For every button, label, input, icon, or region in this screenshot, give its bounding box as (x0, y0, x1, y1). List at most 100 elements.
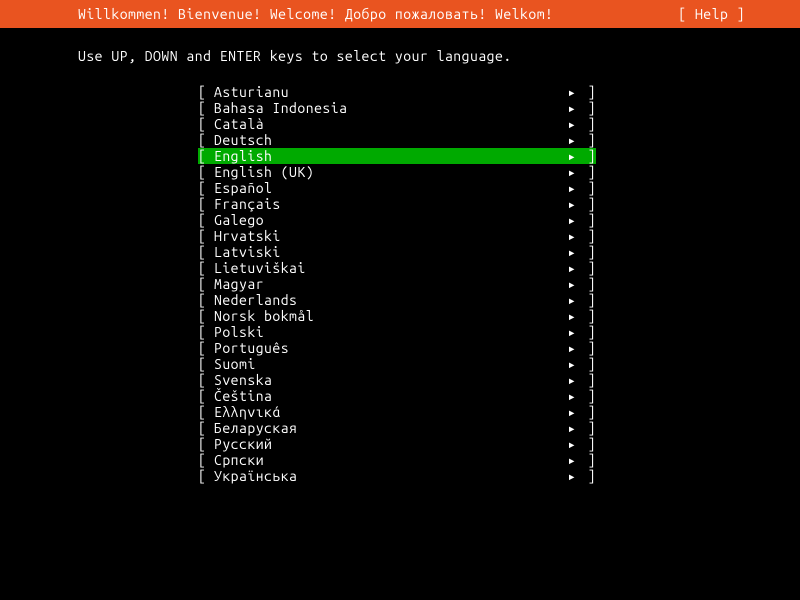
bracket-close: ] (580, 276, 596, 292)
bracket-open: [ (198, 356, 214, 372)
submenu-arrow-icon: ▸ (564, 276, 580, 292)
language-label: Español (214, 180, 564, 196)
bracket-close: ] (580, 84, 596, 100)
bracket-close: ] (580, 116, 596, 132)
language-item[interactable]: [Español▸] (198, 180, 596, 196)
bracket-close: ] (580, 228, 596, 244)
language-label: Hrvatski (214, 228, 564, 244)
language-label: English (214, 148, 564, 164)
submenu-arrow-icon: ▸ (564, 388, 580, 404)
bracket-open: [ (198, 260, 214, 276)
submenu-arrow-icon: ▸ (564, 148, 580, 164)
language-item[interactable]: [Lietuviškai▸] (198, 260, 596, 276)
language-item[interactable]: [Polski▸] (198, 324, 596, 340)
bracket-open: [ (198, 372, 214, 388)
language-item[interactable]: [Nederlands▸] (198, 292, 596, 308)
bracket-close: ] (580, 452, 596, 468)
bracket-open: [ (198, 404, 214, 420)
language-list: [Asturianu▸][Bahasa Indonesia▸][Català▸]… (198, 84, 800, 484)
language-item[interactable]: [Čeština▸] (198, 388, 596, 404)
bracket-open: [ (198, 324, 214, 340)
language-label: Català (214, 116, 564, 132)
language-item[interactable]: [Српски▸] (198, 452, 596, 468)
bracket-open: [ (198, 244, 214, 260)
language-item[interactable]: [Bahasa Indonesia▸] (198, 100, 596, 116)
submenu-arrow-icon: ▸ (564, 260, 580, 276)
bracket-open: [ (198, 468, 214, 484)
bracket-close: ] (580, 420, 596, 436)
submenu-arrow-icon: ▸ (564, 468, 580, 484)
language-item[interactable]: [Hrvatski▸] (198, 228, 596, 244)
bracket-close: ] (580, 196, 596, 212)
language-item[interactable]: [English▸] (198, 148, 596, 164)
submenu-arrow-icon: ▸ (564, 356, 580, 372)
language-item[interactable]: [Asturianu▸] (198, 84, 596, 100)
bracket-open: [ (198, 436, 214, 452)
language-item[interactable]: [Magyar▸] (198, 276, 596, 292)
help-link[interactable]: [ Help ] (678, 6, 800, 22)
language-item[interactable]: [Português▸] (198, 340, 596, 356)
submenu-arrow-icon: ▸ (564, 372, 580, 388)
language-label: Asturianu (214, 84, 564, 100)
language-item[interactable]: [Svenska▸] (198, 372, 596, 388)
bracket-open: [ (198, 420, 214, 436)
language-item[interactable]: [Deutsch▸] (198, 132, 596, 148)
submenu-arrow-icon: ▸ (564, 212, 580, 228)
main-content: Use UP, DOWN and ENTER keys to select yo… (0, 28, 800, 484)
bracket-close: ] (580, 340, 596, 356)
submenu-arrow-icon: ▸ (564, 292, 580, 308)
language-label: Magyar (214, 276, 564, 292)
header-bar: Willkommen! Bienvenue! Welcome! Добро по… (0, 0, 800, 28)
bracket-close: ] (580, 436, 596, 452)
bracket-open: [ (198, 276, 214, 292)
bracket-open: [ (198, 180, 214, 196)
bracket-open: [ (198, 340, 214, 356)
language-item[interactable]: [Norsk bokmål▸] (198, 308, 596, 324)
submenu-arrow-icon: ▸ (564, 100, 580, 116)
language-item[interactable]: [Galego▸] (198, 212, 596, 228)
bracket-close: ] (580, 404, 596, 420)
submenu-arrow-icon: ▸ (564, 340, 580, 356)
bracket-close: ] (580, 356, 596, 372)
bracket-open: [ (198, 196, 214, 212)
bracket-open: [ (198, 308, 214, 324)
language-item[interactable]: [Français▸] (198, 196, 596, 212)
language-item[interactable]: [Latviski▸] (198, 244, 596, 260)
submenu-arrow-icon: ▸ (564, 116, 580, 132)
language-label: Norsk bokmål (214, 308, 564, 324)
language-item[interactable]: [Беларуская▸] (198, 420, 596, 436)
bracket-open: [ (198, 452, 214, 468)
submenu-arrow-icon: ▸ (564, 196, 580, 212)
bracket-close: ] (580, 164, 596, 180)
submenu-arrow-icon: ▸ (564, 244, 580, 260)
language-item[interactable]: [Ελληνικά▸] (198, 404, 596, 420)
language-item[interactable]: [Català▸] (198, 116, 596, 132)
bracket-close: ] (580, 308, 596, 324)
bracket-close: ] (580, 372, 596, 388)
language-item[interactable]: [English (UK)▸] (198, 164, 596, 180)
bracket-close: ] (580, 468, 596, 484)
bracket-open: [ (198, 292, 214, 308)
language-label: Українська (214, 468, 564, 484)
language-label: Ελληνικά (214, 404, 564, 420)
language-label: Latviski (214, 244, 564, 260)
submenu-arrow-icon: ▸ (564, 132, 580, 148)
bracket-close: ] (580, 324, 596, 340)
language-item[interactable]: [Suomi▸] (198, 356, 596, 372)
bracket-close: ] (580, 132, 596, 148)
submenu-arrow-icon: ▸ (564, 164, 580, 180)
language-label: Lietuviškai (214, 260, 564, 276)
submenu-arrow-icon: ▸ (564, 228, 580, 244)
instruction-text: Use UP, DOWN and ENTER keys to select yo… (78, 48, 800, 64)
submenu-arrow-icon: ▸ (564, 420, 580, 436)
submenu-arrow-icon: ▸ (564, 308, 580, 324)
bracket-open: [ (198, 212, 214, 228)
submenu-arrow-icon: ▸ (564, 436, 580, 452)
bracket-open: [ (198, 148, 214, 164)
bracket-close: ] (580, 212, 596, 228)
language-item[interactable]: [Українська▸] (198, 468, 596, 484)
bracket-open: [ (198, 164, 214, 180)
submenu-arrow-icon: ▸ (564, 84, 580, 100)
language-item[interactable]: [Русский▸] (198, 436, 596, 452)
language-label: Српски (214, 452, 564, 468)
